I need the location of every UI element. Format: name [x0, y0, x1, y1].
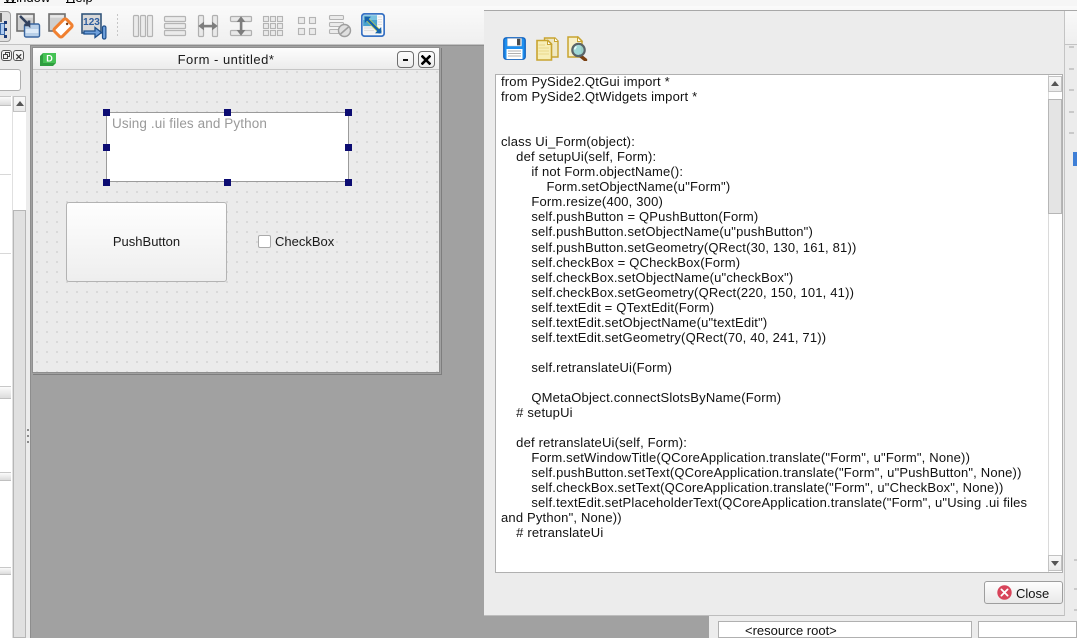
svg-text:D: D [46, 54, 53, 64]
svg-text:123: 123 [83, 17, 100, 28]
